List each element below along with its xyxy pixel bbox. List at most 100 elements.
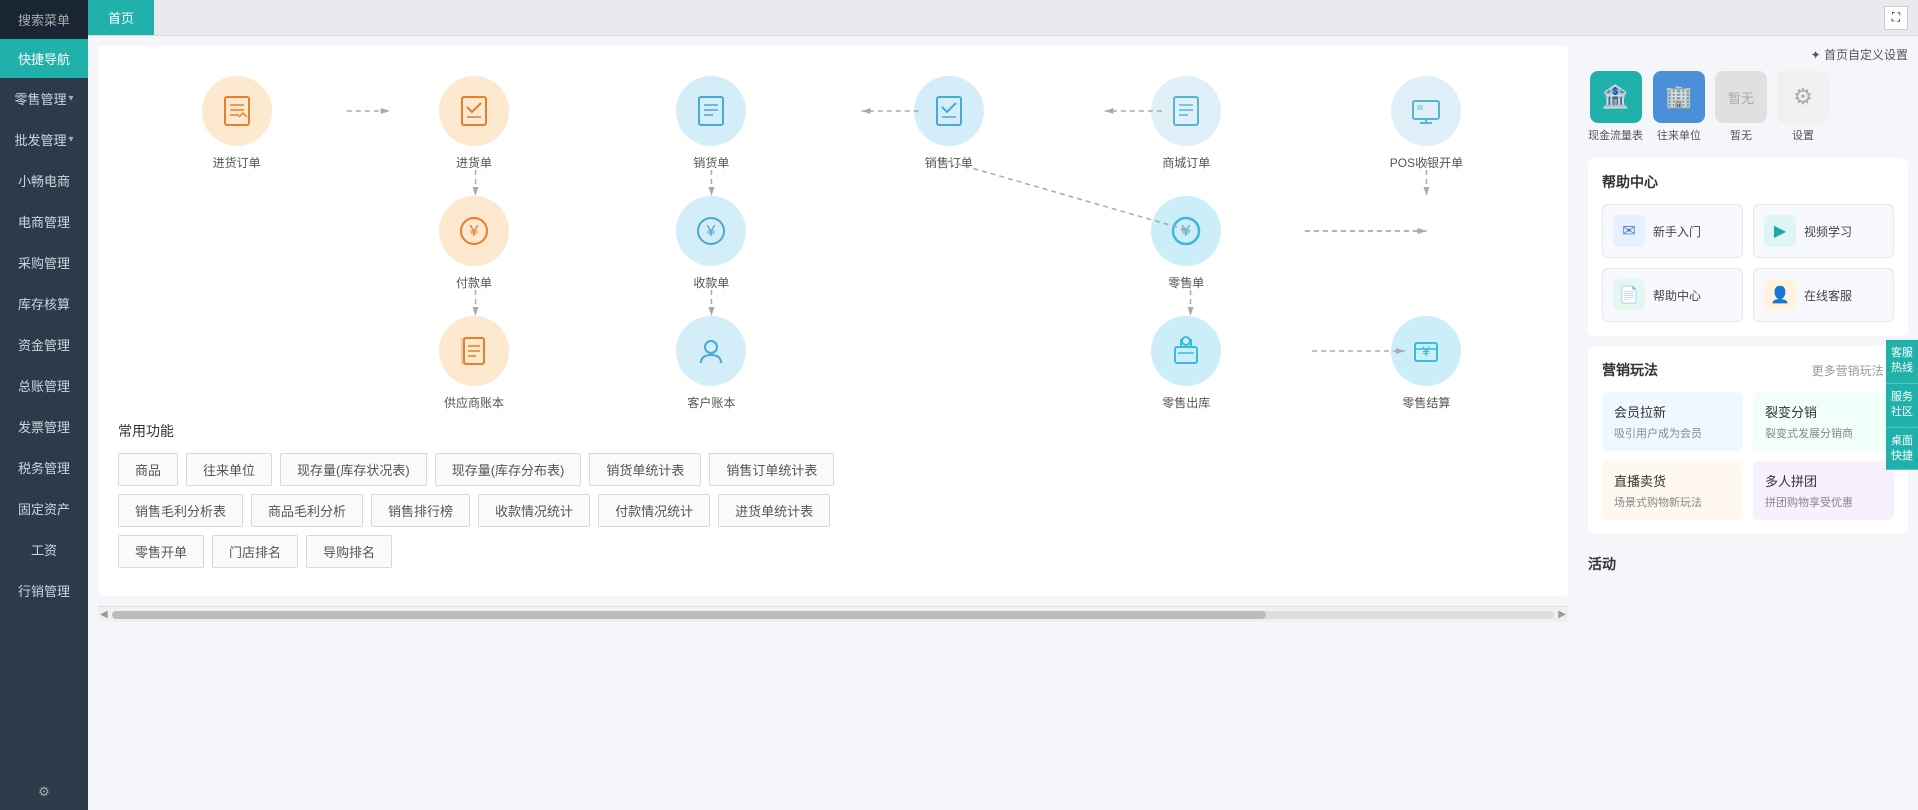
svg-text:¥: ¥	[469, 223, 479, 240]
func-btn-purchase-stat[interactable]: 进货单统计表	[718, 494, 830, 527]
flow-node-purchase[interactable]: 进货单	[355, 76, 592, 171]
help-grid: ✉ 新手入门 ▶ 视频学习 📄 帮助中心 👤 在线客服	[1602, 204, 1894, 322]
help-item-video[interactable]: ▶ 视频学习	[1753, 204, 1894, 258]
func-btn-partner[interactable]: 往来单位	[186, 453, 272, 486]
marketing-item-fission[interactable]: 裂变分销 裂变式发展分销商	[1753, 392, 1894, 451]
func-btn-sales-stat[interactable]: 销货单统计表	[589, 453, 701, 486]
func-grid-row1: 商品 往来单位 现存量(库存状况表) 现存量(库存分布表) 销货单统计表 销售订…	[118, 453, 1548, 486]
shop-order-icon	[1151, 76, 1221, 146]
func-btn-stock1[interactable]: 现存量(库存状况表)	[280, 453, 427, 486]
beginner-icon: ✉	[1613, 215, 1645, 247]
scroll-right-arrow[interactable]: ▶	[1558, 609, 1566, 620]
sales-icon	[676, 76, 746, 146]
flow-node-sales[interactable]: 销货单	[593, 76, 830, 171]
quick-nav-cashflow[interactable]: 🏦 现金流量表	[1588, 71, 1643, 143]
group-title: 多人拼团	[1765, 471, 1882, 490]
help-item-help[interactable]: 📄 帮助中心	[1602, 268, 1743, 322]
float-btn-service[interactable]: 客服热线	[1886, 340, 1918, 384]
sales-label: 销货单	[693, 154, 729, 171]
func-btn-guide-rank[interactable]: 导购排名	[306, 535, 392, 568]
topbar: 首页 ⛶	[88, 0, 1918, 36]
shop-order-label: 商城订单	[1162, 154, 1210, 171]
pos-icon	[1391, 76, 1461, 146]
expand-icon: ⛶	[1892, 10, 1900, 25]
sidebar-item-purchase[interactable]: 采购管理	[0, 242, 88, 283]
live-title: 直播卖货	[1614, 471, 1731, 490]
horizontal-scrollbar[interactable]: ◀ ▶	[98, 606, 1568, 622]
float-btn-desktop[interactable]: 桌面快捷	[1886, 427, 1918, 470]
flow-node-pos[interactable]: POS收银开单	[1305, 76, 1548, 171]
empty-icon: 暂无	[1728, 88, 1754, 107]
cashflow-label: 现金流量表	[1588, 127, 1643, 143]
expand-button[interactable]: ⛶	[1884, 6, 1908, 30]
help-item-service[interactable]: 👤 在线客服	[1753, 268, 1894, 322]
flow-node-retail-out[interactable]: 零售出库	[1068, 316, 1305, 411]
flow-node-payment[interactable]: ¥ 付款单	[355, 196, 592, 291]
purchase-order-icon	[202, 76, 272, 146]
func-btn-sales-rank[interactable]: 销售排行榜	[371, 494, 470, 527]
sidebar-item-wholesale[interactable]: 批发管理 ▾	[0, 119, 88, 160]
settings-nav-label: 设置	[1792, 127, 1814, 143]
func-btn-retail-order[interactable]: 零售开单	[118, 535, 204, 568]
flow-node-customer-book[interactable]: 客户账本	[593, 316, 830, 411]
sidebar-item-ecom-small[interactable]: 小畅电商	[0, 160, 88, 201]
flow-node-retail-settle[interactable]: ¥ 零售结算	[1305, 316, 1548, 411]
more-marketing-link[interactable]: 更多营销玩法 >	[1812, 362, 1894, 379]
func-btn-goods[interactable]: 商品	[118, 453, 178, 486]
func-btn-payment-stat[interactable]: 付款情况统计	[598, 494, 710, 527]
help-center-box: 帮助中心 ✉ 新手入门 ▶ 视频学习 📄 帮助中心 👤	[1588, 158, 1908, 336]
settings-button[interactable]: ⚙	[0, 774, 88, 810]
flow-node-receipt[interactable]: ¥ 收款单	[593, 196, 830, 291]
quick-nav-partner[interactable]: 🏢 往来单位	[1653, 71, 1705, 143]
flow-node-purchase-order[interactable]: 进货订单	[118, 76, 355, 171]
marketing-item-member[interactable]: 会员拉新 吸引用户成为会员	[1602, 392, 1743, 451]
sidebar-item-finance[interactable]: 资金管理	[0, 324, 88, 365]
func-btn-goods-profit[interactable]: 商品毛利分析	[251, 494, 363, 527]
func-grid-row2: 销售毛利分析表 商品毛利分析 销售排行榜 收款情况统计 付款情况统计 进货单统计…	[118, 494, 1548, 527]
retail-settle-label: 零售结算	[1402, 394, 1450, 411]
sidebar-item-ledger[interactable]: 总账管理	[0, 365, 88, 406]
quick-nav-empty[interactable]: 暂无 暂无	[1715, 71, 1767, 143]
flow-node-shop-order[interactable]: 商城订单	[1068, 76, 1305, 171]
func-btn-sales-order-stat[interactable]: 销售订单统计表	[709, 453, 834, 486]
quick-nav-settings[interactable]: ⚙ 设置	[1777, 71, 1829, 143]
scroll-left-arrow[interactable]: ◀	[100, 609, 108, 620]
marketing-item-live[interactable]: 直播卖货 场景式购物新玩法	[1602, 461, 1743, 520]
live-sub: 场景式购物新玩法	[1614, 494, 1731, 510]
float-btn-community[interactable]: 服务社区	[1886, 384, 1918, 428]
help-item-beginner[interactable]: ✉ 新手入门	[1602, 204, 1743, 258]
pos-label: POS收银开单	[1390, 154, 1463, 171]
sidebar-item-marketing-mgmt[interactable]: 行销管理	[0, 570, 88, 611]
sidebar-item-inventory[interactable]: 库存核算	[0, 283, 88, 324]
sidebar-search[interactable]: 搜索菜单	[0, 0, 88, 39]
flow-node-supplier-book[interactable]: 供应商账本	[355, 316, 592, 411]
func-btn-sales-profit[interactable]: 销售毛利分析表	[118, 494, 243, 527]
service-label: 在线客服	[1804, 287, 1852, 304]
payment-label: 付款单	[456, 274, 492, 291]
purchase-label: 进货单	[456, 154, 492, 171]
sidebar-item-tax[interactable]: 税务管理	[0, 447, 88, 488]
left-panel: 进货订单 进货单 销货单	[88, 36, 1578, 810]
func-btn-stock2[interactable]: 现存量(库存分布表)	[435, 453, 582, 486]
tab-home[interactable]: 首页	[88, 0, 154, 35]
customize-link[interactable]: ✦ 首页自定义设置	[1588, 46, 1908, 63]
svg-text:¥: ¥	[1422, 343, 1431, 359]
sidebar-item-retail[interactable]: 零售管理 ▾	[0, 78, 88, 119]
customer-book-label: 客户账本	[687, 394, 735, 411]
sidebar-item-assets[interactable]: 固定资产	[0, 488, 88, 529]
sidebar-item-ecom[interactable]: 电商管理	[0, 201, 88, 242]
fission-title: 裂变分销	[1765, 402, 1882, 421]
func-btn-receipt-stat[interactable]: 收款情况统计	[478, 494, 590, 527]
sidebar-item-invoice[interactable]: 发票管理	[0, 406, 88, 447]
empty-icon-box: 暂无	[1715, 71, 1767, 123]
scroll-track[interactable]	[112, 611, 1555, 619]
sidebar-item-salary[interactable]: 工资	[0, 529, 88, 570]
flow-node-retail[interactable]: ¥ 零售单	[1068, 196, 1305, 291]
func-grid-row3: 零售开单 门店排名 导购排名	[118, 535, 1548, 568]
partner-icon-box: 🏢	[1653, 71, 1705, 123]
svg-text:¥: ¥	[706, 223, 716, 240]
marketing-item-group[interactable]: 多人拼团 拼团购物享受优惠	[1753, 461, 1894, 520]
func-btn-store-rank[interactable]: 门店排名	[212, 535, 298, 568]
empty-label: 暂无	[1730, 127, 1752, 143]
flow-node-sales-order[interactable]: 销售订单	[830, 76, 1067, 171]
